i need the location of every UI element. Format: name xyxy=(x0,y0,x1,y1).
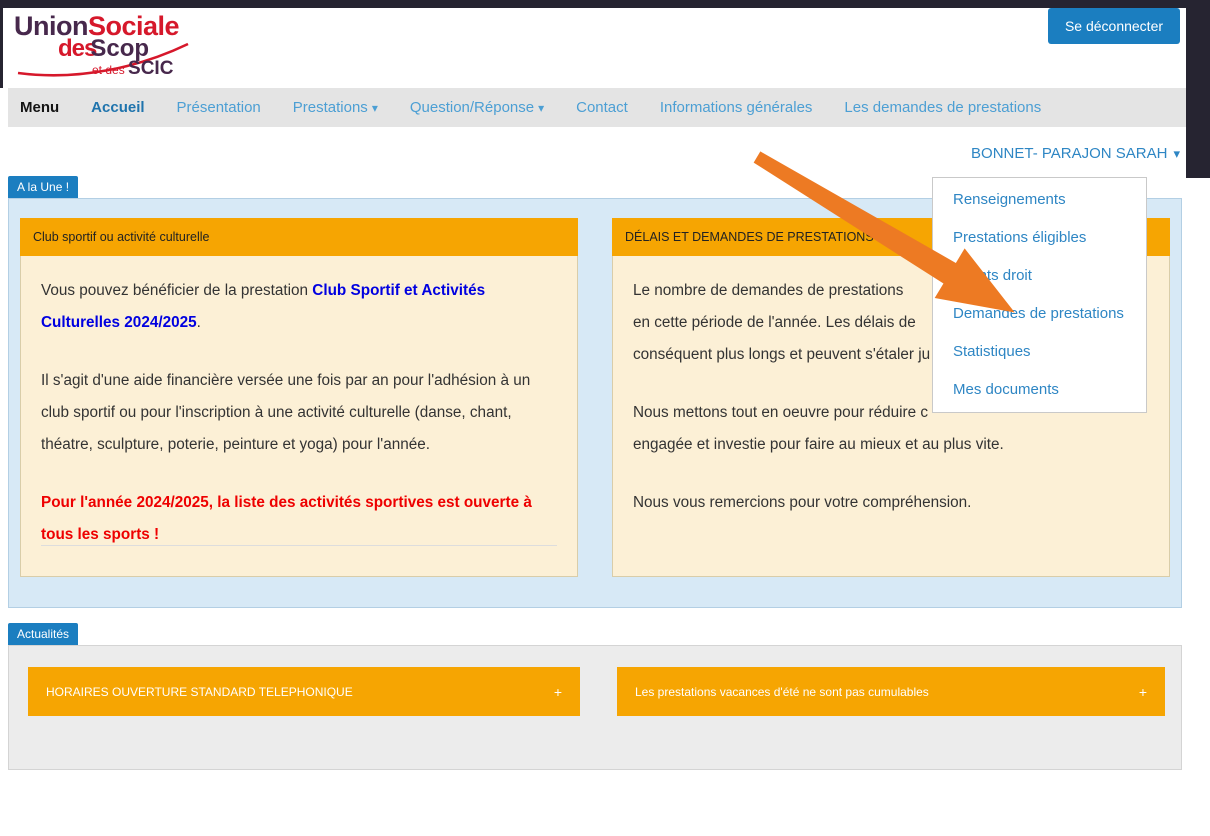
club-paragraph-3-alert: Pour l'année 2024/2025, la liste des act… xyxy=(41,494,532,543)
nav-item-prestations[interactable]: Prestations ▾ xyxy=(293,99,378,116)
actualites-tab: Actualités xyxy=(8,623,79,645)
union-sociale-logo: UnionSociale desScop et des SCIC xyxy=(10,11,200,79)
card-club-sportif-body: Vous pouvez bénéficier de la prestation … xyxy=(21,255,577,551)
top-window-bar xyxy=(0,0,1210,8)
user-menu-toggle[interactable]: BONNET- PARAJON SARAH ▾ xyxy=(971,145,1180,162)
right-window-edge xyxy=(1186,0,1210,178)
nav-item-question-reponse[interactable]: Question/Réponse ▾ xyxy=(410,99,544,116)
logout-button[interactable]: Se déconnecter xyxy=(1048,8,1180,44)
menu-item-prestations-eligibles[interactable]: Prestations éligibles xyxy=(933,219,1146,257)
news-vacances-title: Les prestations vacances d'été ne sont p… xyxy=(635,684,929,699)
nav-menu-label: Menu xyxy=(20,99,60,116)
card-club-sportif-header: Club sportif ou activité culturelle xyxy=(20,218,578,256)
club-p1-suffix: . xyxy=(196,314,201,331)
user-dropdown-menu: Renseignements Prestations éligibles Aya… xyxy=(932,177,1147,413)
chevron-down-icon: ▾ xyxy=(538,101,545,115)
nav-item-contact[interactable]: Contact xyxy=(576,99,628,116)
menu-item-ayants-droit[interactable]: Ayants droit xyxy=(933,257,1146,295)
delais-paragraph-3: Nous vous remercions pour votre compréhe… xyxy=(633,494,972,511)
club-paragraph-2: Il s'agit d'une aide financière versée u… xyxy=(41,372,531,453)
logo-line3: et des SCIC xyxy=(92,58,173,80)
nav-item-accueil[interactable]: Accueil xyxy=(91,99,144,116)
card-club-sportif: Club sportif ou activité culturelle Vous… xyxy=(20,218,578,577)
page: UnionSociale desScop et des SCIC Se déco… xyxy=(0,0,1210,836)
delais-p2-line2: engagée et investie pour faire au mieux … xyxy=(633,436,1004,453)
a-la-une-tab: A la Une ! xyxy=(8,176,79,198)
news-accordion-horaires[interactable]: HORAIRES OUVERTURE STANDARD TELEPHONIQUE… xyxy=(28,667,580,716)
menu-item-mes-documents[interactable]: Mes documents xyxy=(933,371,1146,409)
nav-item-prestations-label: Prestations xyxy=(292,99,368,116)
news-horaires-title: HORAIRES OUVERTURE STANDARD TELEPHONIQUE xyxy=(46,684,353,699)
nav-item-informations-generales[interactable]: Informations générales xyxy=(660,99,813,116)
nav-item-demandes-prestations[interactable]: Les demandes de prestations xyxy=(844,99,1041,116)
club-paragraph-1: Vous pouvez bénéficier de la prestation … xyxy=(41,275,557,339)
chevron-down-icon: ▾ xyxy=(1173,146,1180,161)
plus-expand-icon[interactable]: + xyxy=(554,684,562,700)
menu-item-renseignements[interactable]: Renseignements xyxy=(933,181,1146,219)
plus-expand-icon[interactable]: + xyxy=(1139,684,1147,700)
logo-word-etdes: et des xyxy=(92,63,129,77)
nav-item-question-reponse-label: Question/Réponse xyxy=(409,99,535,116)
user-name: BONNET- PARAJON SARAH xyxy=(971,145,1168,162)
nav-item-presentation[interactable]: Présentation xyxy=(177,99,261,116)
chevron-down-icon: ▾ xyxy=(371,101,378,115)
logo-word-scic: SCIC xyxy=(128,58,174,79)
news-accordion-vacances[interactable]: Les prestations vacances d'été ne sont p… xyxy=(617,667,1165,716)
main-navbar: Menu Accueil Présentation Prestations ▾ Q… xyxy=(8,88,1186,127)
club-p1-text: Vous pouvez bénéficier de la prestation xyxy=(41,282,313,299)
left-window-edge xyxy=(0,0,3,88)
menu-item-statistiques[interactable]: Statistiques xyxy=(933,333,1146,371)
card-divider xyxy=(41,545,557,546)
menu-item-demandes-de-prestations[interactable]: Demandes de prestations xyxy=(933,295,1146,333)
